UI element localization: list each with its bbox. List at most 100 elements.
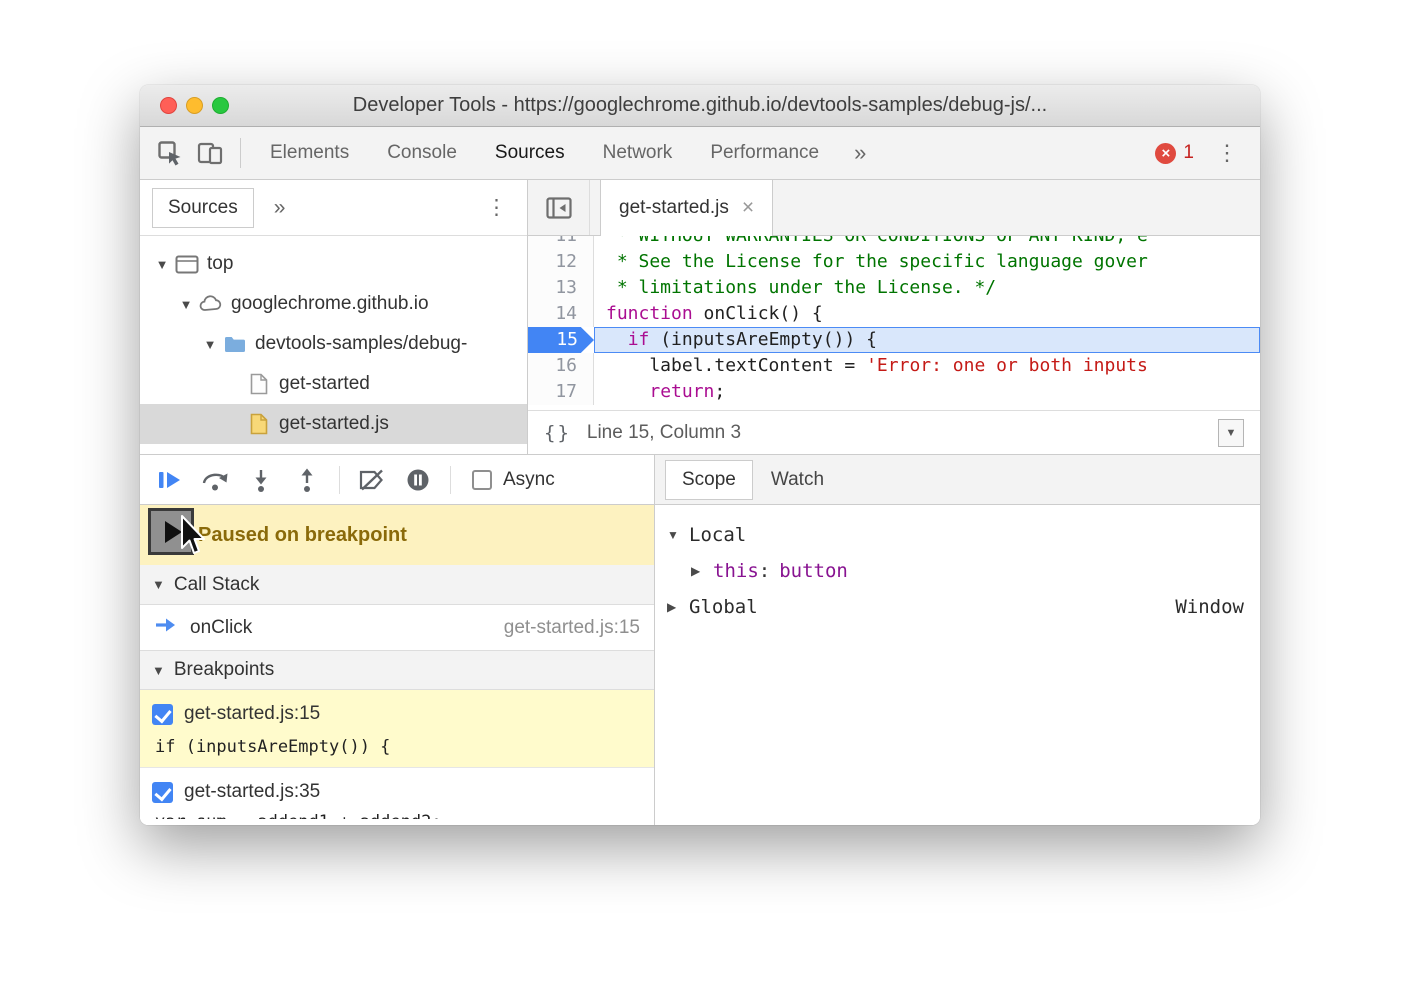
frame-function-name: onClick xyxy=(190,617,252,639)
call-stack-frame[interactable]: onClick get-started.js:15 xyxy=(140,605,654,650)
code-token: function xyxy=(606,303,693,324)
code-line: 13 * limitations under the License. */ xyxy=(528,275,1260,301)
close-window-button[interactable] xyxy=(160,97,177,114)
line-number[interactable]: 14 xyxy=(528,301,594,327)
global-object-value: Window xyxy=(1175,596,1248,618)
panel-tabs: Elements Console Sources Network Perform… xyxy=(251,127,882,179)
navigator-tab-sources[interactable]: Sources xyxy=(152,188,254,228)
frame-icon xyxy=(174,252,200,276)
toolbar-divider xyxy=(450,466,451,494)
chevron-right-icon: ▶ xyxy=(667,600,689,614)
chevron-down-icon[interactable]: ▼ xyxy=(174,297,198,312)
resume-script-icon[interactable] xyxy=(146,458,192,502)
line-number[interactable]: 11 xyxy=(528,236,594,249)
tree-item-get-started-js[interactable]: get-started.js xyxy=(140,404,527,444)
code-token xyxy=(606,381,649,402)
editor-tabbar: get-started.js × xyxy=(528,180,1260,236)
code-token xyxy=(606,329,628,350)
code-token: if xyxy=(628,329,650,350)
debugger-sidebar: Async Paused on breakpoint ▼ Call Stack … xyxy=(140,455,655,825)
step-over-icon[interactable] xyxy=(192,458,238,502)
window-title: Developer Tools - https://googlechrome.g… xyxy=(353,94,1047,117)
chevron-down-icon: ▼ xyxy=(152,663,165,678)
code-line: 14 function onClick() { xyxy=(528,301,1260,327)
tree-item-top[interactable]: ▼ top xyxy=(140,244,527,284)
code-token: (inputsAreEmpty()) { xyxy=(649,329,877,350)
breakpoints-title: Breakpoints xyxy=(174,659,274,681)
navigator-menu-icon[interactable]: ⋮ xyxy=(486,195,515,220)
breakpoint-entry[interactable]: get-started.js:35 var sum = addend1 + ad… xyxy=(140,768,654,825)
tab-scope[interactable]: Scope xyxy=(665,460,753,500)
scrollbar-down-button[interactable]: ▼ xyxy=(1218,419,1244,447)
tree-item-get-started[interactable]: get-started xyxy=(140,364,527,404)
mouse-cursor-icon xyxy=(180,515,206,557)
line-number[interactable]: 13 xyxy=(528,275,594,301)
breakpoint-checkbox[interactable] xyxy=(152,704,173,725)
scope-property-this[interactable]: ▶ this:button xyxy=(655,553,1260,589)
toolbar-divider xyxy=(240,138,241,168)
property-name: this xyxy=(713,560,759,582)
chevron-down-icon[interactable]: ▼ xyxy=(150,257,174,272)
scope-section-local[interactable]: ▼ Local xyxy=(655,517,1260,553)
scope-section-label: Local xyxy=(689,524,746,546)
paused-message-banner: Paused on breakpoint xyxy=(140,505,654,565)
tab-watch[interactable]: Watch xyxy=(755,461,840,499)
error-count-badge[interactable]: × 1 xyxy=(1147,142,1202,164)
code-editor[interactable]: 11 * WITHOUT WARRANTIES OR CONDITIONS OF… xyxy=(528,236,1260,410)
paused-message: Paused on breakpoint xyxy=(198,524,407,547)
line-number[interactable]: 12 xyxy=(528,249,594,275)
breakpoints-header[interactable]: ▼ Breakpoints xyxy=(140,650,654,690)
code-token: ; xyxy=(714,381,725,402)
async-checkbox[interactable] xyxy=(472,470,492,490)
breakpoint-entry[interactable]: get-started.js:15 if (inputsAreEmpty()) … xyxy=(140,690,654,768)
cursor-position: Line 15, Column 3 xyxy=(587,422,741,444)
breakpoint-checkbox[interactable] xyxy=(152,782,173,803)
tab-elements[interactable]: Elements xyxy=(251,127,368,179)
chevron-right-icon: ▶ xyxy=(691,564,713,578)
more-panels-icon[interactable]: » xyxy=(838,140,882,166)
pause-on-exceptions-icon[interactable] xyxy=(395,458,441,502)
scope-tree: ▼ Local ▶ this:button ▶ Global Window xyxy=(655,505,1260,625)
tab-console[interactable]: Console xyxy=(368,127,476,179)
execution-line-number[interactable]: 15 xyxy=(528,327,594,353)
close-tab-icon[interactable]: × xyxy=(742,196,754,220)
devtools-window: Developer Tools - https://googlechrome.g… xyxy=(140,85,1260,825)
line-number[interactable]: 16 xyxy=(528,353,594,379)
pretty-print-icon[interactable]: {} xyxy=(544,422,571,444)
toggle-navigator-icon[interactable] xyxy=(528,180,590,235)
tab-network[interactable]: Network xyxy=(584,127,692,179)
error-count: 1 xyxy=(1183,142,1194,164)
inspect-element-icon[interactable] xyxy=(150,133,190,173)
devtools-toolbar: Elements Console Sources Network Perform… xyxy=(140,127,1260,180)
code-line: 11 * WITHOUT WARRANTIES OR CONDITIONS OF… xyxy=(528,236,1260,249)
cloud-icon xyxy=(198,292,224,316)
code-token: * limitations under the License. */ xyxy=(606,277,996,298)
call-stack-header[interactable]: ▼ Call Stack xyxy=(140,565,654,605)
line-number[interactable]: 17 xyxy=(528,379,594,405)
tab-sources[interactable]: Sources xyxy=(476,127,584,179)
device-toolbar-icon[interactable] xyxy=(190,133,230,173)
navigator-more-tabs-icon[interactable]: » xyxy=(274,196,286,220)
code-token: * WITHOUT WARRANTIES OR CONDITIONS OF AN… xyxy=(606,236,1148,246)
toolbar-divider xyxy=(339,466,340,494)
scope-section-global[interactable]: ▶ Global Window xyxy=(655,589,1260,625)
deactivate-breakpoints-icon[interactable] xyxy=(349,458,395,502)
step-into-icon[interactable] xyxy=(238,458,284,502)
tab-performance[interactable]: Performance xyxy=(691,127,838,179)
chevron-down-icon: ▼ xyxy=(152,577,165,592)
tree-item-domain[interactable]: ▼ googlechrome.github.io xyxy=(140,284,527,324)
code-token: label.textContent = xyxy=(606,355,866,376)
overflow-menu-icon[interactable]: ⋮ xyxy=(1202,140,1250,166)
play-icon xyxy=(165,521,182,543)
editor-tab-get-started-js[interactable]: get-started.js × xyxy=(600,180,773,236)
async-checkbox-group: Async xyxy=(472,469,555,491)
step-out-icon[interactable] xyxy=(284,458,330,502)
scope-pane: Scope Watch ▼ Local ▶ this:button ▶ Glob… xyxy=(655,455,1260,825)
zoom-window-button[interactable] xyxy=(212,97,229,114)
chevron-down-icon[interactable]: ▼ xyxy=(198,337,222,352)
code-line-current[interactable]: 15 if (inputsAreEmpty()) { xyxy=(528,327,1260,353)
breakpoint-code: var sum = addend1 + addend2; xyxy=(152,812,642,819)
tree-item-folder[interactable]: ▼ devtools-samples/debug- xyxy=(140,324,527,364)
titlebar: Developer Tools - https://googlechrome.g… xyxy=(140,85,1260,127)
minimize-window-button[interactable] xyxy=(186,97,203,114)
